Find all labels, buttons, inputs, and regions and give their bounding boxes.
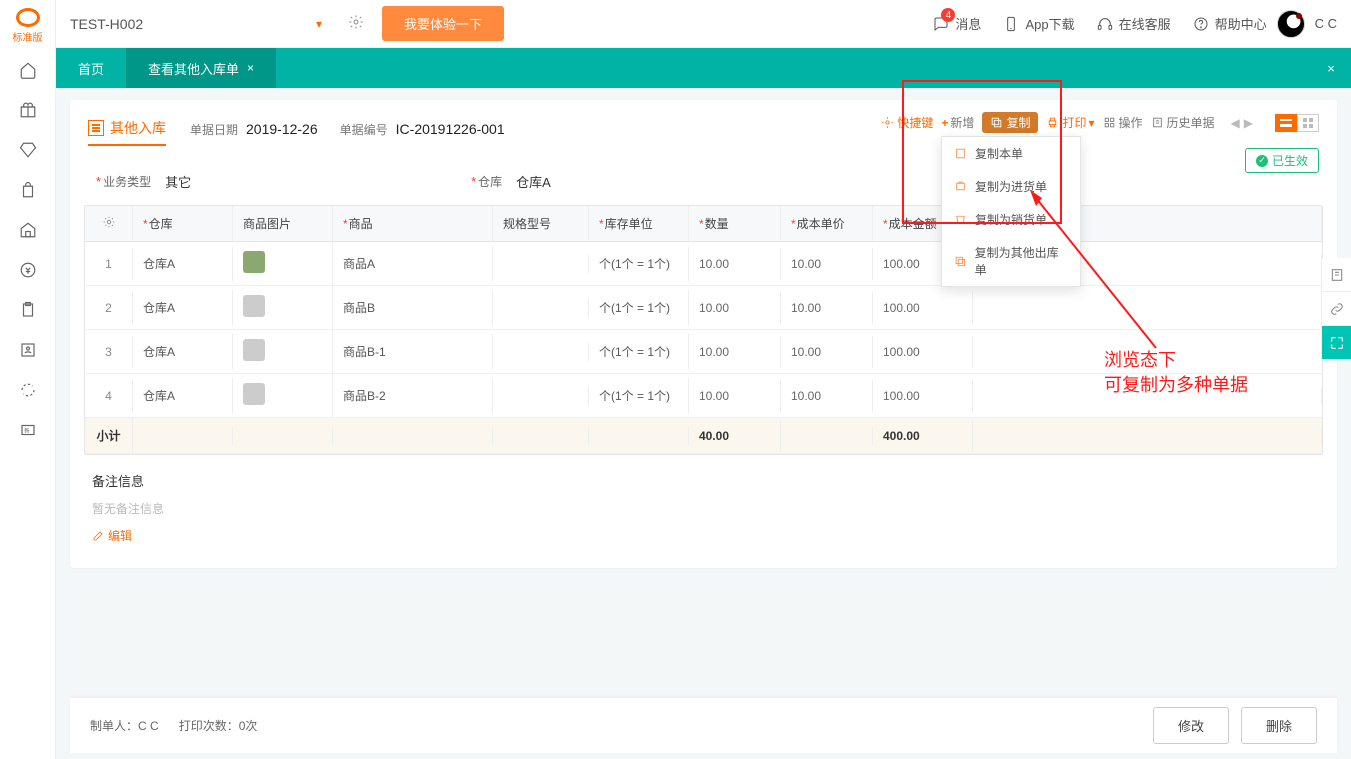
table-row[interactable]: 1仓库A商品A个(1个 = 1个)10.0010.00100.00 (85, 242, 1322, 286)
prev-record[interactable]: ◀ (1229, 116, 1242, 130)
user-name: C C (1315, 16, 1337, 31)
close-icon[interactable]: × (247, 61, 254, 75)
dd-copy-other-out[interactable]: 复制为其他出库单 (942, 236, 1080, 286)
doc-type-tab[interactable]: 其他入库 (88, 112, 166, 146)
nav-sync-icon[interactable] (0, 370, 56, 410)
document-icon (88, 120, 104, 136)
product-image-icon (243, 383, 265, 405)
next-record[interactable]: ▶ (1242, 116, 1255, 130)
no-value: IC-20191226-001 (396, 121, 505, 137)
nav-clipboard-icon[interactable] (0, 290, 56, 330)
nav-bag-icon[interactable] (0, 170, 56, 210)
operate-button[interactable]: 操作 (1103, 114, 1143, 131)
add-button[interactable]: +新增 (941, 114, 974, 131)
remark-empty: 暂无备注信息 (92, 500, 1315, 517)
close-all-tabs[interactable]: × (1311, 48, 1351, 88)
list-view-toggle[interactable] (1275, 114, 1297, 132)
chevron-down-icon: ▾ (316, 17, 322, 31)
nav-new-icon[interactable]: 新 (0, 410, 56, 450)
svg-text:新: 新 (24, 426, 30, 434)
row-settings-icon[interactable] (85, 206, 133, 241)
org-name: TEST-H002 (70, 16, 143, 32)
date-value: 2019-12-26 (246, 121, 318, 137)
status-badge: ✓已生效 (1245, 148, 1319, 173)
nav-home-icon[interactable] (0, 50, 56, 90)
panel-action-bar: 快捷键 +新增 复制 打印▾ 操作 (881, 112, 1319, 133)
nav-contact-icon[interactable] (0, 330, 56, 370)
warehouse-field: *仓库 仓库A (471, 172, 551, 191)
subtotal-row: 小计 40.00 400.00 (85, 418, 1322, 454)
product-image-icon (243, 251, 265, 273)
biz-type-field: *业务类型 其它 (96, 172, 191, 191)
copy-button[interactable]: 复制 (982, 112, 1038, 133)
org-select[interactable]: TEST-H002 ▾ (70, 16, 330, 32)
annotation-text: 浏览态下 可复制为多种单据 (1104, 348, 1248, 398)
print-count-info: 打印次数：0次 (179, 717, 258, 734)
page-nav: ◀ ▶ (1229, 116, 1255, 130)
creator-info: 制单人：C C (90, 717, 159, 734)
tab-bar: 首页 查看其他入库单× × (56, 48, 1351, 88)
edit-remark-link[interactable]: 编辑 (92, 527, 1315, 544)
remark-title: 备注信息 (92, 471, 1315, 490)
table-row[interactable]: 2仓库A商品B个(1个 = 1个)10.0010.00100.00 (85, 286, 1322, 330)
online-service-button[interactable]: 在线客服 (1097, 14, 1171, 33)
product-image-icon (243, 295, 265, 317)
try-button[interactable]: 我要体验一下 (382, 6, 504, 41)
nav-diamond-icon[interactable] (0, 130, 56, 170)
footer-bar: 制单人：C C 打印次数：0次 修改 删除 (70, 697, 1337, 753)
help-center-button[interactable]: 帮助中心 (1193, 14, 1267, 33)
messages-button[interactable]: 消息 4 (933, 14, 981, 33)
content-area: 其他入库 单据日期 2019-12-26 单据编号 IC-20191226-00… (56, 88, 1351, 759)
tab-detail[interactable]: 查看其他入库单× (126, 48, 276, 88)
user-avatar[interactable]: C C (1277, 10, 1337, 38)
nav-gift-icon[interactable] (0, 90, 56, 130)
avatar-icon (1277, 10, 1305, 38)
app-download-button[interactable]: App下载 (1003, 14, 1074, 33)
rail-note-icon[interactable] (1321, 258, 1351, 292)
tab-home[interactable]: 首页 (56, 48, 126, 88)
float-rail (1321, 258, 1351, 360)
table-header: *仓库 商品图片 *商品 规格型号 *库存单位 *数量 *成本单价 *成本金额 … (85, 206, 1322, 242)
rail-expand-icon[interactable] (1321, 326, 1351, 360)
document-panel: 其他入库 单据日期 2019-12-26 单据编号 IC-20191226-00… (70, 100, 1337, 568)
modify-button[interactable]: 修改 (1153, 707, 1229, 744)
copy-dropdown-menu: 复制本单 复制为进货单 复制为销货单 复制为其他出库单 (941, 136, 1081, 287)
nav-money-icon[interactable] (0, 250, 56, 290)
logo: 标准版 (10, 8, 46, 44)
message-badge: 4 (941, 8, 955, 22)
product-image-icon (243, 339, 265, 361)
delete-button[interactable]: 删除 (1241, 707, 1317, 744)
no-label: 单据编号 (340, 121, 388, 138)
check-icon: ✓ (1256, 155, 1268, 167)
dd-copy-this[interactable]: 复制本单 (942, 137, 1080, 170)
left-sidebar: 标准版 新 (0, 0, 56, 759)
items-table: *仓库 商品图片 *商品 规格型号 *库存单位 *数量 *成本单价 *成本金额 … (84, 205, 1323, 455)
nav-warehouse-icon[interactable] (0, 210, 56, 250)
rail-link-icon[interactable] (1321, 292, 1351, 326)
top-header: TEST-H002 ▾ 我要体验一下 消息 4 App下载 在线客服 帮助中心 (56, 0, 1351, 48)
dd-copy-sales[interactable]: 复制为销货单 (942, 203, 1080, 236)
dd-copy-purchase[interactable]: 复制为进货单 (942, 170, 1080, 203)
card-view-toggle[interactable] (1297, 114, 1319, 132)
print-button[interactable]: 打印▾ (1046, 114, 1094, 131)
date-label: 单据日期 (190, 121, 238, 138)
shortcut-button[interactable]: 快捷键 (881, 114, 933, 131)
history-button[interactable]: 历史单据 (1151, 114, 1215, 131)
settings-icon[interactable] (348, 14, 364, 33)
